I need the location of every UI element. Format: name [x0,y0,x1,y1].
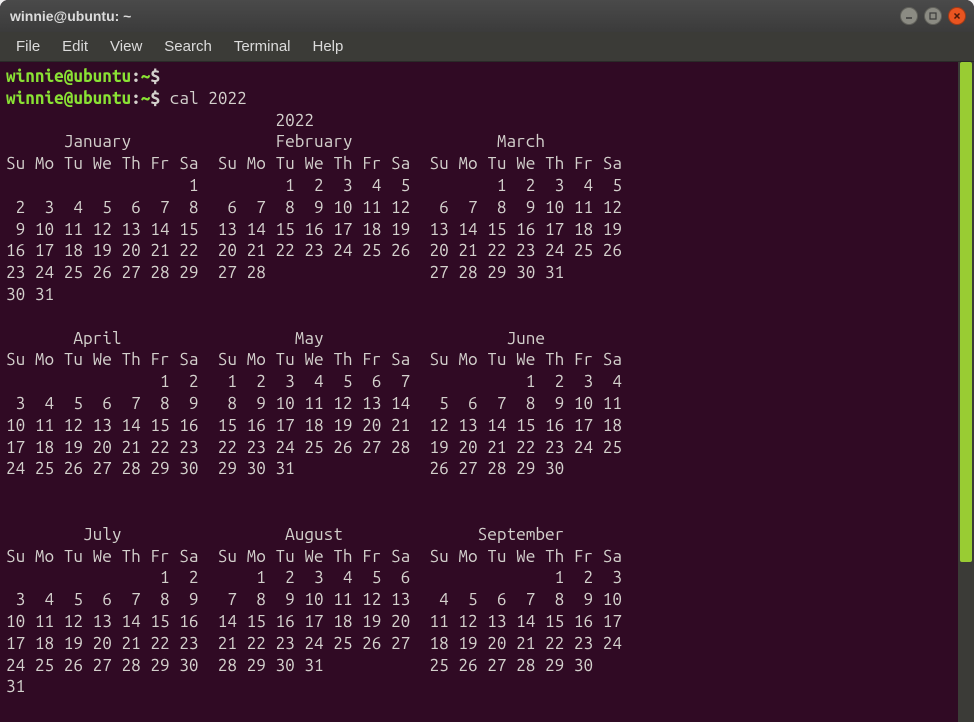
cal-row3-week4: 17 18 19 20 21 22 23 21 22 23 24 25 26 2… [6,634,641,653]
cal-row1-week1: 1 1 2 3 4 5 1 2 3 4 5 [6,176,641,195]
cal-row2-week3: 10 11 12 13 14 15 16 15 16 17 18 19 20 2… [6,416,641,435]
menu-terminal[interactable]: Terminal [224,34,301,59]
cal-row3-week6: 31 [6,677,641,696]
maximize-icon [928,11,938,21]
cal-row1-week3: 9 10 11 12 13 14 15 13 14 15 16 17 18 19… [6,220,641,239]
minimize-button[interactable] [900,7,918,25]
close-icon [952,11,962,21]
cal-row1-week4: 16 17 18 19 20 21 22 20 21 22 23 24 25 2… [6,241,641,260]
cal-row1-week6: 30 31 [6,285,641,304]
scrollbar-thumb[interactable] [960,62,972,562]
menu-view[interactable]: View [100,34,152,59]
menu-file[interactable]: File [6,34,50,59]
prompt-user-host: winnie@ubuntu [6,89,131,108]
minimize-icon [904,11,914,21]
menu-help[interactable]: Help [303,34,354,59]
close-button[interactable] [948,7,966,25]
cal-row2-week6 [6,481,641,500]
cal-row2-month-names: April May June [6,329,641,348]
cal-row2-week2: 3 4 5 6 7 8 9 8 9 10 11 12 13 14 5 6 7 8… [6,394,641,413]
cal-row3-day-headers: Su Mo Tu We Th Fr Sa Su Mo Tu We Th Fr S… [6,547,641,566]
cal-row1-week2: 2 3 4 5 6 7 8 6 7 8 9 10 11 12 6 7 8 9 1… [6,198,641,217]
prompt-path: ~ [141,67,151,86]
cal-row2-day-headers: Su Mo Tu We Th Fr Sa Su Mo Tu We Th Fr S… [6,350,641,369]
menubar: File Edit View Search Terminal Help [0,32,974,62]
prompt-sep: : [131,67,141,86]
prompt-sep: : [131,89,141,108]
cal-row3-week2: 3 4 5 6 7 8 9 7 8 9 10 11 12 13 4 5 6 7 … [6,590,641,609]
prompt-dollar: $ [150,89,160,108]
cal-year-header: 2022 [6,111,314,130]
prompt-dollar: $ [150,67,160,86]
menu-search[interactable]: Search [154,34,222,59]
cal-row1-day-headers: Su Mo Tu We Th Fr Sa Su Mo Tu We Th Fr S… [6,154,641,173]
terminal-output[interactable]: winnie@ubuntu:~$ winnie@ubuntu:~$ cal 20… [0,62,958,722]
cal-row1-month-names: January February March [6,132,641,151]
titlebar[interactable]: winnie@ubuntu: ~ [0,0,974,32]
cal-row2-week5: 24 25 26 27 28 29 30 29 30 31 26 27 28 2… [6,459,641,478]
cal-row3-week5: 24 25 26 27 28 29 30 28 29 30 31 25 26 2… [6,656,641,675]
cal-row3-week3: 10 11 12 13 14 15 16 14 15 16 17 18 19 2… [6,612,641,631]
terminal-wrap: winnie@ubuntu:~$ winnie@ubuntu:~$ cal 20… [0,62,974,722]
terminal-window: winnie@ubuntu: ~ File Edit View Search T… [0,0,974,722]
window-controls [900,7,966,25]
prompt-path: ~ [141,89,151,108]
maximize-button[interactable] [924,7,942,25]
command-cal: cal 2022 [170,89,247,108]
cal-row2-week1: 1 2 1 2 3 4 5 6 7 1 2 3 4 [6,372,641,391]
cal-row1-week5: 23 24 25 26 27 28 29 27 28 27 28 29 30 3… [6,263,641,282]
menu-edit[interactable]: Edit [52,34,98,59]
scrollbar-track[interactable] [958,62,974,722]
cal-row3-month-names: July August September [6,525,641,544]
cal-row2-week4: 17 18 19 20 21 22 23 22 23 24 25 26 27 2… [6,438,641,457]
window-title: winnie@ubuntu: ~ [10,8,131,24]
cal-row3-week1: 1 2 1 2 3 4 5 6 1 2 3 [6,568,641,587]
prompt-user-host: winnie@ubuntu [6,67,131,86]
